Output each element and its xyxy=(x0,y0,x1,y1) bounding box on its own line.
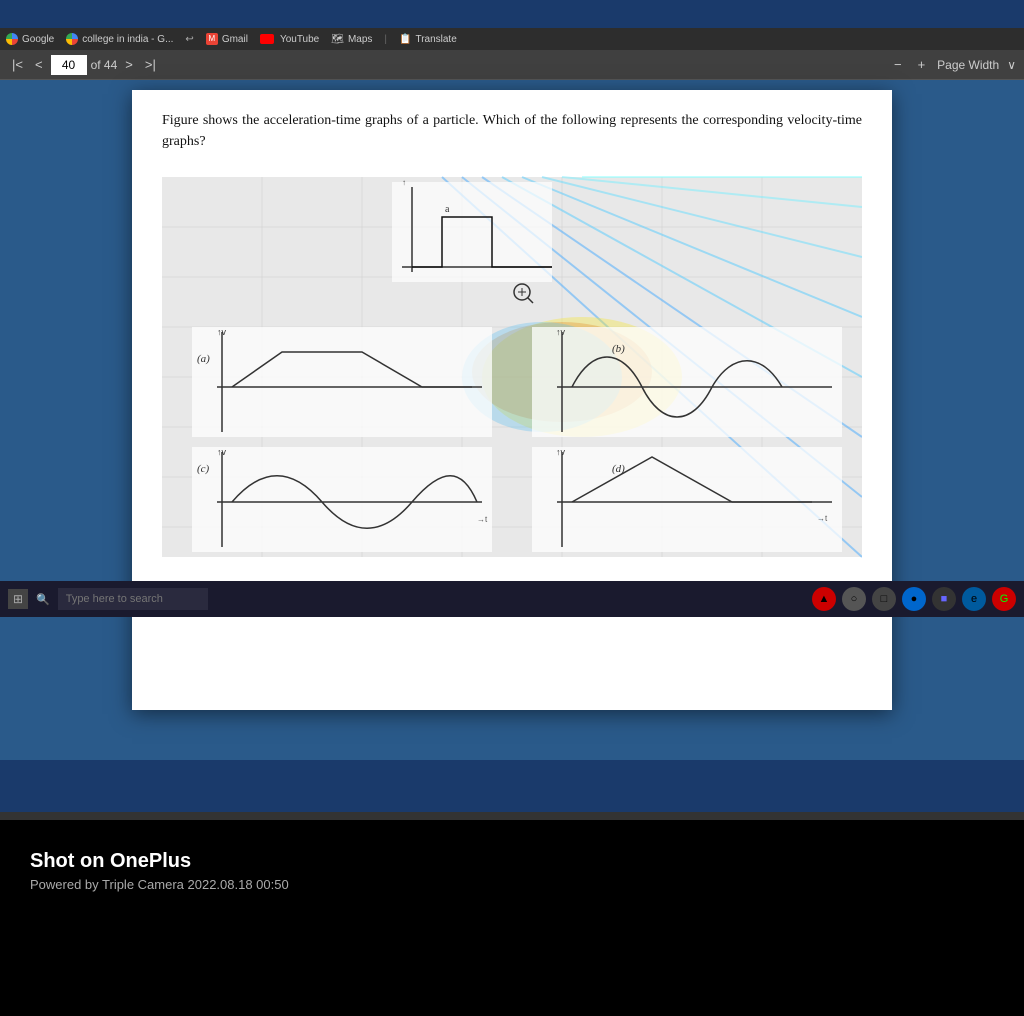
tab-college[interactable]: college in india - G... xyxy=(66,33,173,45)
start-button[interactable]: ⊞ xyxy=(8,589,28,609)
shot-on-oneplus-brand: Shot on OnePlus xyxy=(30,850,994,873)
app-icon-3: □ xyxy=(881,593,888,605)
next-page-button[interactable]: > xyxy=(121,55,137,74)
taskbar-app-icon-5[interactable]: ■ xyxy=(932,587,956,611)
svg-text:(c): (c) xyxy=(197,463,210,475)
tab-gmail[interactable]: M Gmail xyxy=(206,33,248,45)
tab-bar: Google college in india - G... ↩ M Gmail… xyxy=(0,28,1024,50)
arrow-icon: ↩ xyxy=(185,34,193,45)
gmail-icon: M xyxy=(206,33,218,45)
zoom-in-button[interactable]: + xyxy=(914,55,930,74)
taskbar-icons: ▲ ○ □ ● ■ e G xyxy=(812,587,1016,611)
page-number-input[interactable] xyxy=(51,55,87,75)
tab-translate-label: Translate xyxy=(415,34,456,45)
app-icon-2: ○ xyxy=(851,593,858,605)
page-width-label: Page Width xyxy=(937,58,999,72)
tab-translate[interactable]: 📋 Translate xyxy=(399,34,457,45)
pdf-page: Figure shows the acceleration-time graph… xyxy=(132,90,892,710)
taskbar: ⊞ 🔍 ▲ ○ □ ● ■ e G xyxy=(0,581,1024,617)
tab-gmail-label: Gmail xyxy=(222,34,248,45)
youtube-icon xyxy=(260,34,274,44)
taskbar-app-icon-2[interactable]: ○ xyxy=(842,587,866,611)
svg-text:↑v: ↑v xyxy=(556,447,566,457)
pdf-content-area: Figure shows the acceleration-time graph… xyxy=(0,80,1024,760)
app-icon-6: e xyxy=(971,593,977,605)
tab-maps-label: Maps xyxy=(348,34,372,45)
app-icon-4: ● xyxy=(911,593,918,605)
tab-youtube-label: YouTube xyxy=(280,34,319,45)
tab-college-label: college in india - G... xyxy=(82,34,173,45)
taskbar-search-input[interactable] xyxy=(58,588,208,610)
taskbar-app-icon-1[interactable]: ▲ xyxy=(812,587,836,611)
google-icon-2 xyxy=(66,33,78,45)
maps-icon: 🗺 xyxy=(331,34,344,45)
svg-text:↑: ↑ xyxy=(402,178,406,187)
search-icon: 🔍 xyxy=(36,593,50,606)
svg-text:→t: →t xyxy=(817,514,828,523)
svg-text:↑v: ↑v xyxy=(556,327,566,337)
page-total: of 44 xyxy=(91,58,118,72)
app-icon-1: ▲ xyxy=(819,593,830,605)
tab-youtube[interactable]: YouTube xyxy=(260,34,319,45)
svg-text:a: a xyxy=(445,204,450,215)
bottom-section: Shot on OnePlus Powered by Triple Camera… xyxy=(0,820,1024,1016)
translate-icon: 📋 xyxy=(399,34,411,45)
svg-text:(a): (a) xyxy=(197,353,210,365)
first-page-button[interactable]: |< xyxy=(8,55,27,74)
taskbar-app-icon-7[interactable]: G xyxy=(992,587,1016,611)
dropdown-arrow-icon[interactable]: ∨ xyxy=(1007,58,1016,72)
tab-maps[interactable]: 🗺 Maps xyxy=(331,34,372,45)
screen-frame: Google college in india - G... ↩ M Gmail… xyxy=(0,0,1024,820)
app-icon-5: ■ xyxy=(941,593,948,605)
graphs-svg: a ↑ (a) xyxy=(162,167,862,567)
svg-text:↑v: ↑v xyxy=(217,327,227,337)
pdf-toolbar: |< < of 44 > >| − + Page Width ∨ xyxy=(0,50,1024,80)
svg-text:→t: →t xyxy=(477,515,488,524)
tab-google[interactable]: Google xyxy=(6,33,54,45)
svg-text:(b): (b) xyxy=(612,343,625,355)
svg-text:↑v: ↑v xyxy=(217,447,227,457)
app-icon-7: G xyxy=(1000,593,1009,605)
separator: | xyxy=(384,34,387,45)
tab-google-label: Google xyxy=(22,34,54,45)
graph-container: a ↑ (a) xyxy=(162,167,862,567)
zoom-out-button[interactable]: − xyxy=(890,55,906,74)
taskbar-app-icon-4[interactable]: ● xyxy=(902,587,926,611)
last-page-button[interactable]: >| xyxy=(141,55,160,74)
google-icon xyxy=(6,33,18,45)
shot-info-text: Powered by Triple Camera 2022.08.18 00:5… xyxy=(30,877,994,892)
taskbar-app-icon-3[interactable]: □ xyxy=(872,587,896,611)
question-text: Figure shows the acceleration-time graph… xyxy=(162,110,862,152)
prev-page-button[interactable]: < xyxy=(31,55,47,74)
taskbar-app-icon-6[interactable]: e xyxy=(962,587,986,611)
windows-icon: ⊞ xyxy=(13,592,23,606)
